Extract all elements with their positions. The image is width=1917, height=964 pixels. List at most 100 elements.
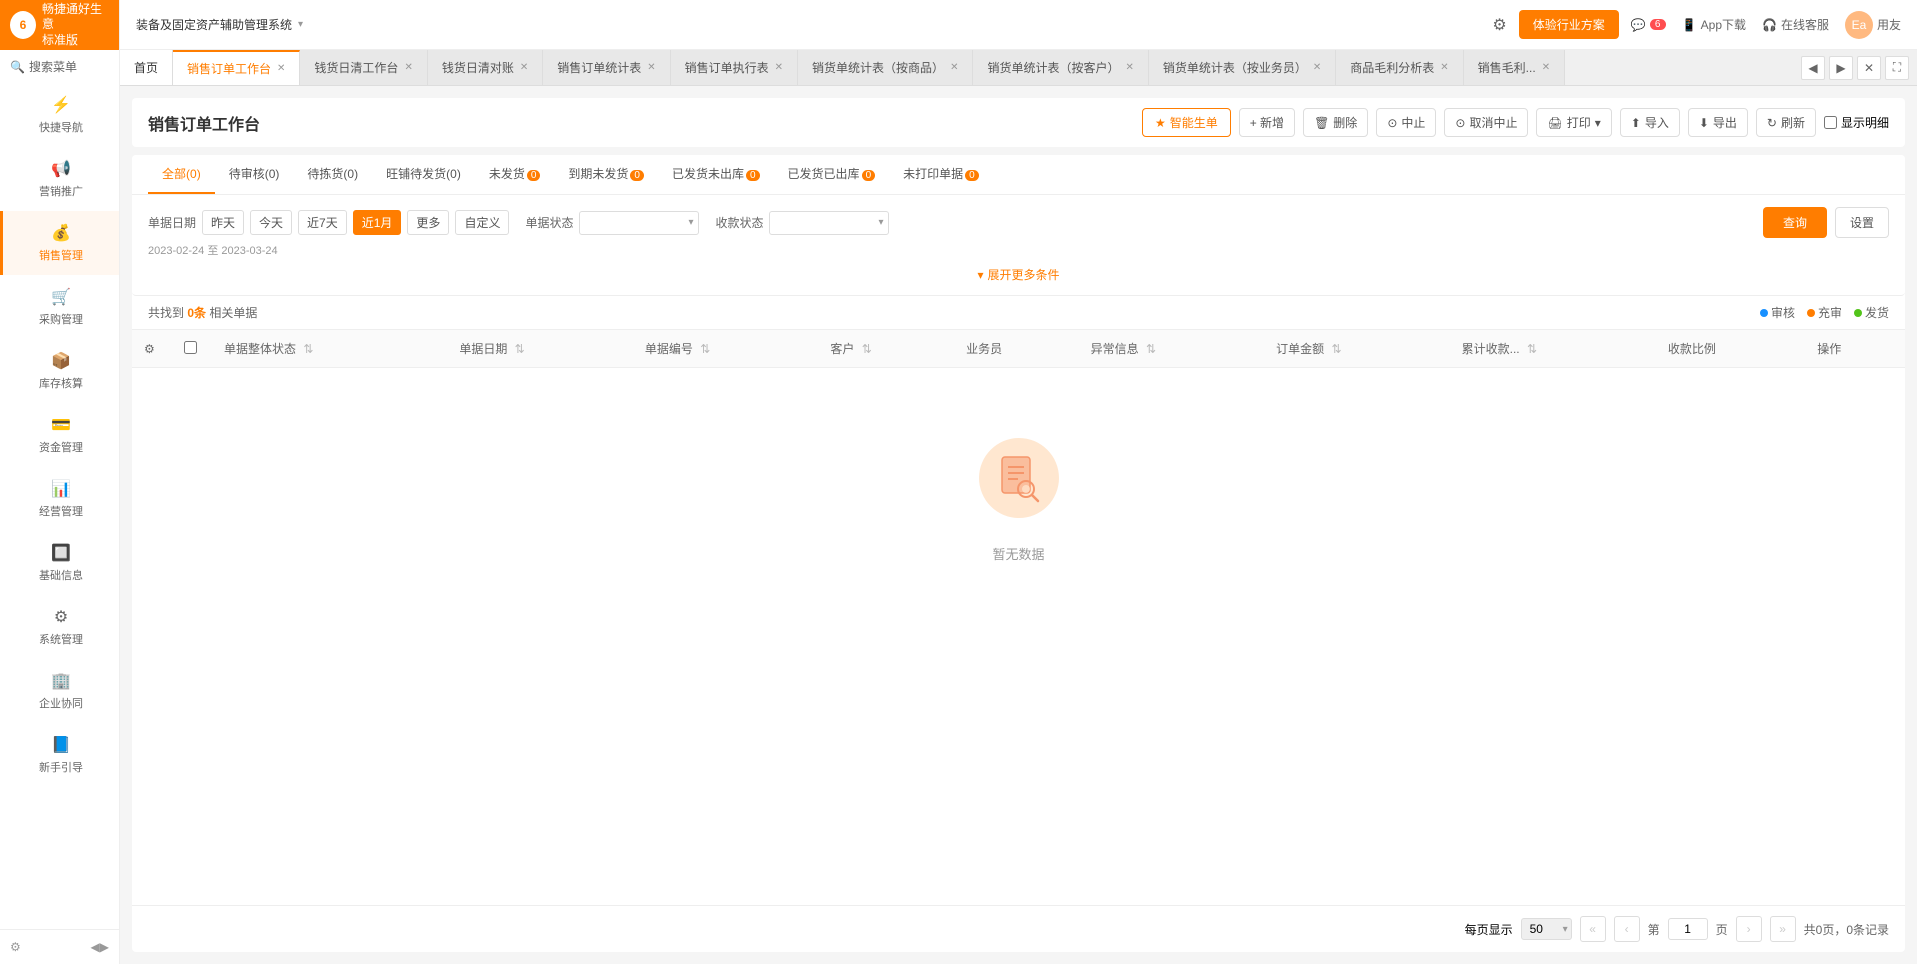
settings-icon[interactable]: ⚙ <box>10 940 21 954</box>
tabs-fullscreen-btn[interactable]: ⛶ <box>1885 56 1909 80</box>
tab-goods-stats-customer[interactable]: 销货单统计表（按客户） ✕ <box>973 50 1148 86</box>
show-detail-toggle[interactable]: 显示明细 <box>1824 114 1889 131</box>
tab-sales-workbench[interactable]: 销售订单工作台 ✕ <box>173 50 300 86</box>
sort-arrows-date[interactable]: ⇅ <box>515 342 525 356</box>
sort-arrows-exception[interactable]: ⇅ <box>1146 342 1156 356</box>
tab-goods-margin[interactable]: 商品毛利分析表 ✕ <box>1336 50 1463 86</box>
sidebar-item-finance[interactable]: 💳 资金管理 <box>0 403 119 467</box>
refresh-btn[interactable]: ↻ 刷新 <box>1756 108 1816 137</box>
tab-goods-stats-product[interactable]: 销货单统计表（按商品） ✕ <box>798 50 973 86</box>
sort-arrows-received[interactable]: ⇅ <box>1527 342 1537 356</box>
filter-settings-btn[interactable]: 设置 <box>1835 207 1889 238</box>
user-menu[interactable]: Ea 用友 <box>1845 11 1901 39</box>
prev-page-btn[interactable]: ‹ <box>1614 916 1640 942</box>
sidebar-item-marketing[interactable]: 📢 营销推广 <box>0 147 119 211</box>
sort-arrows-customer[interactable]: ⇅ <box>862 342 872 356</box>
ship-action-btn[interactable]: 发货 <box>1854 304 1889 321</box>
date-btn-custom[interactable]: 自定义 <box>455 210 509 235</box>
tab-close-sales-more[interactable]: ✕ <box>1542 62 1550 73</box>
query-btn[interactable]: 查询 <box>1763 207 1827 238</box>
select-all-checkbox[interactable] <box>184 341 197 354</box>
date-btn-7days[interactable]: 近7天 <box>298 210 347 235</box>
first-page-btn[interactable]: « <box>1580 916 1606 942</box>
tab-close-sales-exec[interactable]: ✕ <box>775 62 783 73</box>
filter-bar: 单据日期 昨天 今天 近7天 近1月 更多 自定义 单据状态 <box>132 195 1905 296</box>
sidebar-item-sales[interactable]: 💰 销售管理 <box>0 211 119 275</box>
sort-arrows-status[interactable]: ⇅ <box>303 342 313 356</box>
topbar-dropdown-arrow[interactable]: ▾ <box>298 19 303 30</box>
status-select[interactable] <box>579 211 699 235</box>
subtab-shipped-out[interactable]: 已发货已出库0 <box>774 155 890 194</box>
tab-close-cash-daily[interactable]: ✕ <box>404 62 412 73</box>
tab-close-goods-margin[interactable]: ✕ <box>1440 62 1448 73</box>
industry-btn[interactable]: 体验行业方案 <box>1519 10 1619 39</box>
date-btn-1month[interactable]: 近1月 <box>353 210 402 235</box>
date-options: 昨天 今天 近7天 近1月 更多 自定义 <box>202 210 509 235</box>
app-download-btn[interactable]: 📱 App下载 <box>1682 16 1746 33</box>
tabs-next-btn[interactable]: ▶ <box>1829 56 1853 80</box>
tab-close-goods-stats-customer[interactable]: ✕ <box>1125 62 1133 73</box>
tab-sales-exec[interactable]: 销售订单执行表 ✕ <box>671 50 798 86</box>
tab-close-goods-stats-product[interactable]: ✕ <box>950 62 958 73</box>
last-page-btn[interactable]: » <box>1770 916 1796 942</box>
unreviewed-action-btn[interactable]: 充审 <box>1807 304 1842 321</box>
subtab-overdue-not-shipped[interactable]: 到期未发货0 <box>554 155 658 194</box>
sidebar-item-guide[interactable]: 📘 新手引导 <box>0 723 119 787</box>
tab-sales-more[interactable]: 销售毛利... ✕ <box>1464 50 1565 86</box>
enterprise-icon: 🏢 <box>51 671 71 691</box>
tab-close-sales-stats[interactable]: ✕ <box>647 62 655 73</box>
delete-btn[interactable]: 🗑 删除 <box>1303 108 1368 137</box>
page-number-input[interactable] <box>1668 918 1708 940</box>
subtab-all[interactable]: 全部(0) <box>148 155 215 194</box>
online-service-btn[interactable]: 🎧 在线客服 <box>1762 16 1829 33</box>
next-page-btn[interactable]: › <box>1736 916 1762 942</box>
tab-close-goods-stats-staff[interactable]: ✕ <box>1313 62 1321 73</box>
tabs-close-all-btn[interactable]: ✕ <box>1857 56 1881 80</box>
subtab-pending-review[interactable]: 待审核(0) <box>215 155 294 194</box>
sidebar-item-enterprise[interactable]: 🏢 企业协同 <box>0 659 119 723</box>
sort-arrows-amount[interactable]: ⇅ <box>1331 342 1341 356</box>
sort-arrows-number[interactable]: ⇅ <box>700 342 710 356</box>
payment-select[interactable] <box>769 211 889 235</box>
subtab-wangpu[interactable]: 旺铺待发货(0) <box>372 155 475 194</box>
print-btn[interactable]: 🖨 打印 ▾ <box>1536 108 1611 137</box>
collapse-icon[interactable]: ◀▶ <box>91 940 109 954</box>
topbar-gear-icon[interactable]: ⚙ <box>1492 15 1506 35</box>
subtab-pending-inspect[interactable]: 待拣货(0) <box>293 155 372 194</box>
tab-cash-daily[interactable]: 钱货日清工作台 ✕ <box>300 50 427 86</box>
cancel-stop-btn[interactable]: ⊙ 取消中止 <box>1444 108 1528 137</box>
page-size-select[interactable]: 50 20 100 <box>1521 918 1572 940</box>
subtab-not-shipped[interactable]: 未发货0 <box>475 155 555 194</box>
tab-close-cash-reconcile[interactable]: ✕ <box>520 62 528 73</box>
subtab-not-printed[interactable]: 未打印单据0 <box>889 155 993 194</box>
sidebar-search[interactable]: 🔍 搜索菜单 <box>0 50 119 83</box>
settings-col-icon[interactable]: ⚙ <box>144 342 155 356</box>
delete-icon: 🗑 <box>1314 116 1329 130</box>
review-action-btn[interactable]: 审核 <box>1760 304 1795 321</box>
date-btn-today[interactable]: 今天 <box>250 210 292 235</box>
date-btn-yesterday[interactable]: 昨天 <box>202 210 244 235</box>
expand-btn[interactable]: ▾ 展开更多条件 <box>977 266 1059 283</box>
date-btn-more[interactable]: 更多 <box>407 210 449 235</box>
smart-generate-btn[interactable]: ★ 智能生单 <box>1142 108 1231 137</box>
message-btn[interactable]: 💬 6 <box>1631 18 1666 32</box>
tabs-prev-btn[interactable]: ◀ <box>1801 56 1825 80</box>
stop-btn[interactable]: ⊙ 中止 <box>1376 108 1436 137</box>
sidebar-item-basics[interactable]: 🔲 基础信息 <box>0 531 119 595</box>
table-scroll[interactable]: ⚙ 单据整体状态 ⇅ 单据日期 ⇅ <box>132 330 1905 905</box>
sidebar-item-shortcut[interactable]: ⚡ 快捷导航 <box>0 83 119 147</box>
sidebar-item-purchase[interactable]: 🛒 采购管理 <box>0 275 119 339</box>
tab-close-sales-workbench[interactable]: ✕ <box>277 63 285 74</box>
tab-cash-reconcile[interactable]: 钱货日清对账 ✕ <box>428 50 543 86</box>
show-detail-checkbox[interactable] <box>1824 116 1837 129</box>
tab-goods-stats-staff[interactable]: 销货单统计表（按业务员） ✕ <box>1149 50 1336 86</box>
export-btn[interactable]: ⬇ 导出 <box>1688 108 1748 137</box>
sidebar-item-inventory[interactable]: 📦 库存核算 <box>0 339 119 403</box>
sidebar-item-operations[interactable]: 📊 经营管理 <box>0 467 119 531</box>
new-btn[interactable]: + 新增 <box>1239 108 1295 137</box>
tab-home[interactable]: 首页 <box>120 50 173 86</box>
tab-sales-stats[interactable]: 销售订单统计表 ✕ <box>543 50 670 86</box>
subtab-shipped-not-out[interactable]: 已发货未出库0 <box>658 155 774 194</box>
sidebar-item-system[interactable]: ⚙ 系统管理 <box>0 595 119 659</box>
import-btn[interactable]: ⬆ 导入 <box>1620 108 1680 137</box>
